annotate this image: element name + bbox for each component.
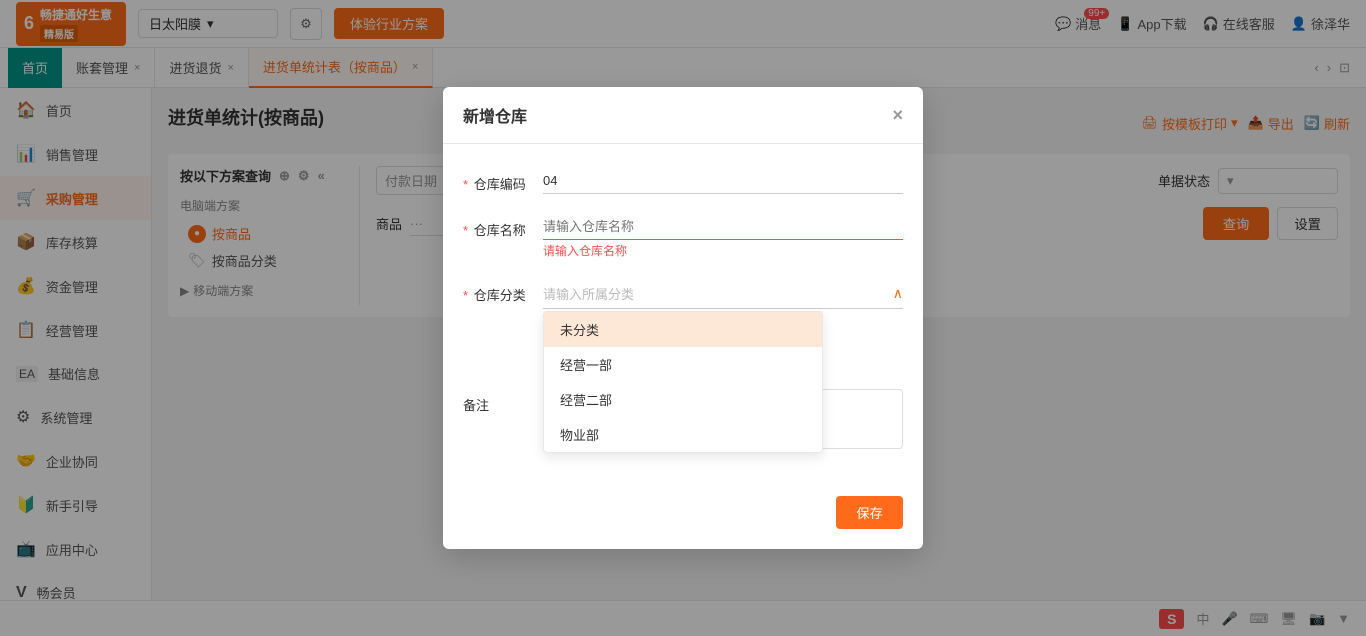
modal-overlay: 新增仓库 × * 仓库编码 * 仓库名称	[0, 0, 1366, 636]
category-placeholder: 请输入所属分类	[543, 284, 634, 303]
dropdown-item-uncategorized[interactable]: 未分类	[544, 312, 822, 347]
modal-body: * 仓库编码 * 仓库名称 请输入仓库名称	[443, 144, 923, 496]
name-label: * 仓库名称	[463, 214, 543, 239]
dropdown-item-ops1[interactable]: 经营一部	[544, 347, 822, 382]
dropdown-item-ops2[interactable]: 经营二部	[544, 382, 822, 417]
name-error-tip: 请输入仓库名称	[543, 242, 903, 259]
modal-close-button[interactable]: ×	[892, 105, 903, 126]
code-input-wrap	[543, 168, 903, 194]
add-warehouse-modal: 新增仓库 × * 仓库编码 * 仓库名称	[443, 87, 923, 549]
category-input-wrap: 请输入所属分类 ∧ 未分类 经营一部 经营二部 物业部	[543, 279, 903, 309]
category-dropdown: 未分类 经营一部 经营二部 物业部	[543, 311, 823, 453]
name-input[interactable]	[543, 214, 903, 240]
category-label: * 仓库分类	[463, 279, 543, 304]
name-input-wrap: 请输入仓库名称	[543, 214, 903, 259]
modal-footer: 保存	[443, 496, 923, 549]
dropdown-item-property[interactable]: 物业部	[544, 417, 822, 452]
code-label: * 仓库编码	[463, 168, 543, 193]
save-button[interactable]: 保存	[836, 496, 903, 529]
category-field-row: * 仓库分类 请输入所属分类 ∧ 未分类 经营一部 经营二部 物业部	[463, 279, 903, 309]
note-label: 备注	[463, 389, 543, 414]
category-select[interactable]: 请输入所属分类 ∧	[543, 279, 903, 309]
chevron-up-icon: ∧	[893, 285, 903, 302]
category-required-mark: *	[463, 288, 468, 303]
name-required-mark: *	[463, 223, 468, 238]
code-input[interactable]	[543, 168, 903, 194]
code-required-mark: *	[463, 177, 468, 192]
modal-header: 新增仓库 ×	[443, 87, 923, 144]
modal-title: 新增仓库	[463, 103, 527, 127]
code-field-row: * 仓库编码	[463, 168, 903, 194]
name-field-row: * 仓库名称 请输入仓库名称	[463, 214, 903, 259]
